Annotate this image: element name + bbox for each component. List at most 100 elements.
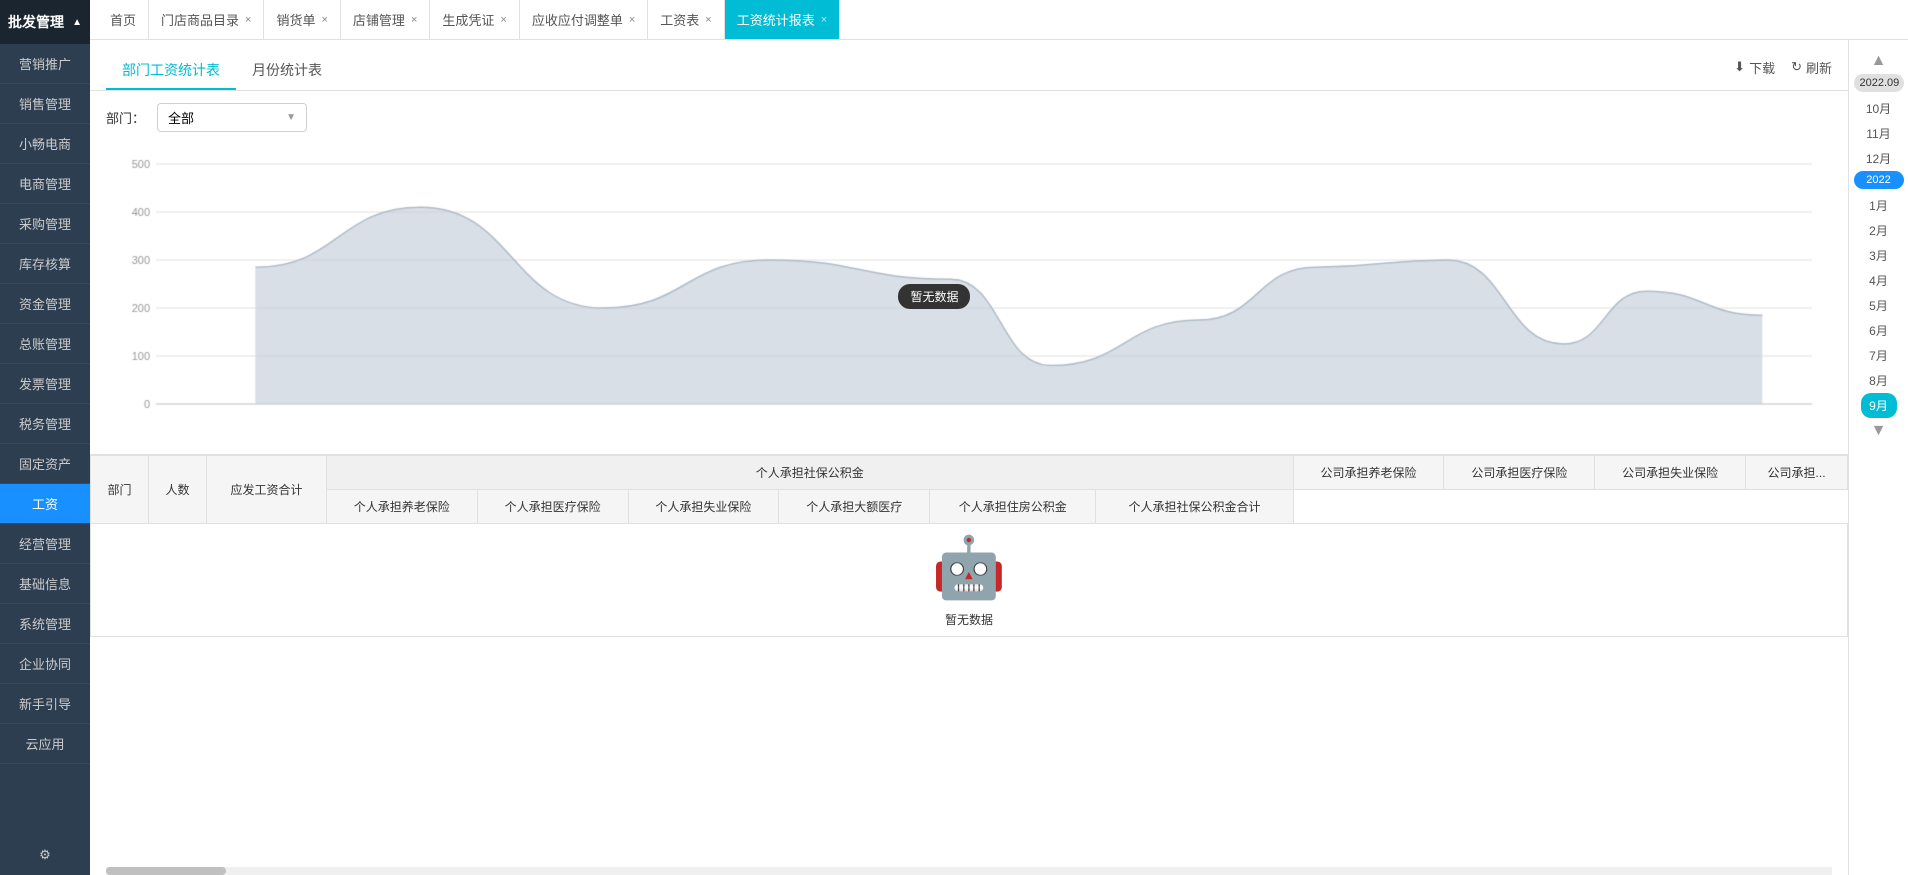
content-area: 部门工资统计表 月份统计表 ⬇ 下载 ↻ 刷新 部门： (90, 40, 1908, 875)
sidebar-item-cggl[interactable]: 采购管理 (0, 204, 90, 244)
no-data-text: 暂无数据 (101, 611, 1837, 628)
timeline-month-12月[interactable]: 12月 (1866, 146, 1891, 171)
col-company-other: 公司承担... (1746, 456, 1848, 490)
table-area[interactable]: 部门 人数 应发工资合计 个人承担社保公积金 公司承担养老保险 公司承担医疗保险… (90, 454, 1848, 867)
timeline-month-11月[interactable]: 11月 (1866, 121, 1891, 146)
sidebar-item-xsyd[interactable]: 新手引导 (0, 684, 90, 724)
tab-dept-stats[interactable]: 部门工资统计表 (106, 52, 236, 90)
refresh-button[interactable]: ↻ 刷新 (1791, 58, 1832, 77)
sidebar-item-gdzy[interactable]: 固定资产 (0, 444, 90, 484)
tab-label-store_catalog: 门店商品目录 (161, 10, 239, 29)
department-select[interactable]: 全部 ▼ (157, 103, 307, 132)
sidebar-item-swgl[interactable]: 税务管理 (0, 404, 90, 444)
sidebar-item-zjgl[interactable]: 资金管理 (0, 284, 90, 324)
scrollbar-thumb[interactable] (106, 867, 226, 875)
sidebar-item-qyxt[interactable]: 企业协同 (0, 644, 90, 684)
sidebar-item-dsgll[interactable]: 电商管理 (0, 164, 90, 204)
timeline-down-nav[interactable]: ▼ (1867, 418, 1891, 444)
tab-produce_voucher[interactable]: 生成凭证 × (430, 0, 519, 40)
sidebar-item-zzgl[interactable]: 总账管理 (0, 324, 90, 364)
tab-month-stats[interactable]: 月份统计表 (236, 52, 338, 90)
tab-store_catalog[interactable]: 门店商品目录 × (149, 0, 264, 40)
timeline-month-3月[interactable]: 3月 (1861, 243, 1897, 268)
close-icon-payroll[interactable]: × (705, 14, 711, 26)
timeline-month-6月[interactable]: 6月 (1861, 318, 1897, 343)
chart-area: 暂无数据 (90, 144, 1848, 454)
close-icon-store_mgmt[interactable]: × (411, 14, 417, 26)
col-personal-housing: 个人承担住房公积金 (930, 490, 1096, 524)
chart-tooltip: 暂无数据 (898, 284, 970, 309)
tab-label-produce_voucher: 生成凭证 (442, 10, 494, 29)
sidebar-item-jcxx[interactable]: 基础信息 (0, 564, 90, 604)
sidebar-item-gz[interactable]: 工资 (0, 484, 90, 524)
close-icon-produce_voucher[interactable]: × (500, 14, 506, 26)
sidebar-header[interactable]: 批发管理 ▲ (0, 0, 90, 44)
tab-label-ar_ap: 应收应付调整单 (532, 10, 623, 29)
settings-icon: ⚙ (39, 847, 51, 862)
tab-label-payroll: 工资表 (660, 10, 699, 29)
sidebar-item-jygl[interactable]: 经营管理 (0, 524, 90, 564)
sub-tabs: 部门工资统计表 月份统计表 (106, 52, 338, 90)
timeline-month-10月[interactable]: 10月 (1866, 96, 1891, 121)
refresh-label: 刷新 (1806, 58, 1832, 77)
timeline-month-2月[interactable]: 2月 (1861, 218, 1897, 243)
timeline-up-nav[interactable]: ▲ (1867, 48, 1891, 74)
timeline-month-5月[interactable]: 5月 (1861, 293, 1897, 318)
timeline-month-7月[interactable]: 7月 (1861, 343, 1897, 368)
timeline-year-2022: 2022.09 (1854, 74, 1904, 92)
sidebar-item-xydsh[interactable]: 小畅电商 (0, 124, 90, 164)
no-data-container: 🤖 暂无数据 (101, 532, 1837, 628)
sidebar-title: 批发管理 (8, 12, 64, 32)
department-value: 全部 (168, 108, 194, 127)
timeline-sidebar: ▲ 2022.09 10月11月12月 2022 1月2月3月4月5月6月7月8… (1848, 40, 1908, 875)
close-icon-sales_order[interactable]: × (321, 14, 327, 26)
timeline-month-1月[interactable]: 1月 (1861, 193, 1897, 218)
tab-label-sales_order: 销货单 (276, 10, 315, 29)
sidebar-item-kchs[interactable]: 库存核算 (0, 244, 90, 284)
timeline-month-4月[interactable]: 4月 (1861, 268, 1897, 293)
tab-sales_order[interactable]: 销货单 × (264, 0, 340, 40)
tab-payroll[interactable]: 工资表 × (648, 0, 724, 40)
col-count: 人数 (149, 456, 207, 524)
timeline-months-2023: 1月2月3月4月5月6月7月8月9月 (1861, 193, 1897, 418)
tab-bar: 首页门店商品目录×销货单×店铺管理×生成凭证×应收应付调整单×工资表×工资统计报… (90, 0, 1908, 40)
no-data-row: 🤖 暂无数据 (91, 524, 1848, 637)
col-total-salary: 应发工资合计 (207, 456, 327, 524)
col-company-unemployment: 公司承担失业保险 (1595, 456, 1746, 490)
timeline-month-8月[interactable]: 8月 (1861, 368, 1897, 393)
close-icon-payroll_stats[interactable]: × (821, 14, 827, 26)
tab-store_mgmt[interactable]: 店铺管理× (341, 0, 430, 40)
timeline-current-year: 2022 (1854, 171, 1904, 189)
download-icon: ⬇ (1734, 59, 1745, 75)
download-label: 下载 (1749, 58, 1775, 77)
filter-label: 部门： (106, 108, 145, 127)
chart-wrapper: 暂无数据 (106, 144, 1832, 444)
sidebar-item-xsgl[interactable]: 销售管理 (0, 84, 90, 124)
sidebar-item-xtgl[interactable]: 系统管理 (0, 604, 90, 644)
refresh-icon: ↻ (1791, 59, 1802, 75)
main-area: 首页门店商品目录×销货单×店铺管理×生成凭证×应收应付调整单×工资表×工资统计报… (90, 0, 1908, 875)
horizontal-scrollbar[interactable] (106, 867, 1832, 875)
col-personal-total: 个人承担社保公积金合计 (1096, 490, 1293, 524)
close-icon-ar_ap[interactable]: × (629, 14, 635, 26)
col-company-pension: 公司承担养老保险 (1293, 456, 1444, 490)
sidebar-item-yxty[interactable]: 营销推广 (0, 44, 90, 84)
tab-payroll_stats[interactable]: 工资统计报表× (725, 0, 840, 40)
sidebar-item-fpgl[interactable]: 发票管理 (0, 364, 90, 404)
col-personal-major-medical: 个人承担大额医疗 (779, 490, 930, 524)
tab-ar_ap[interactable]: 应收应付调整单 × (520, 0, 648, 40)
settings-button[interactable]: ⚙ (0, 835, 90, 875)
timeline-month-active[interactable]: 9月 (1861, 393, 1897, 418)
chevron-down-icon: ▼ (286, 112, 296, 123)
sidebar-toggle-icon: ▲ (72, 17, 82, 28)
sub-tab-bar: 部门工资统计表 月份统计表 ⬇ 下载 ↻ 刷新 (90, 40, 1848, 91)
timeline-months-2022: 10月11月12月 (1866, 96, 1891, 171)
tab-actions: ⬇ 下载 ↻ 刷新 (1734, 58, 1832, 85)
sidebar: 批发管理 ▲ 营销推广销售管理小畅电商电商管理采购管理库存核算资金管理总账管理发… (0, 0, 90, 875)
download-button[interactable]: ⬇ 下载 (1734, 58, 1775, 77)
tab-home[interactable]: 首页 (98, 0, 149, 40)
col-personal-pension: 个人承担养老保险 (326, 490, 477, 524)
sidebar-item-yy[interactable]: 云应用 (0, 724, 90, 764)
filter-row: 部门： 全部 ▼ (90, 91, 1848, 144)
close-icon-store_catalog[interactable]: × (245, 14, 251, 26)
